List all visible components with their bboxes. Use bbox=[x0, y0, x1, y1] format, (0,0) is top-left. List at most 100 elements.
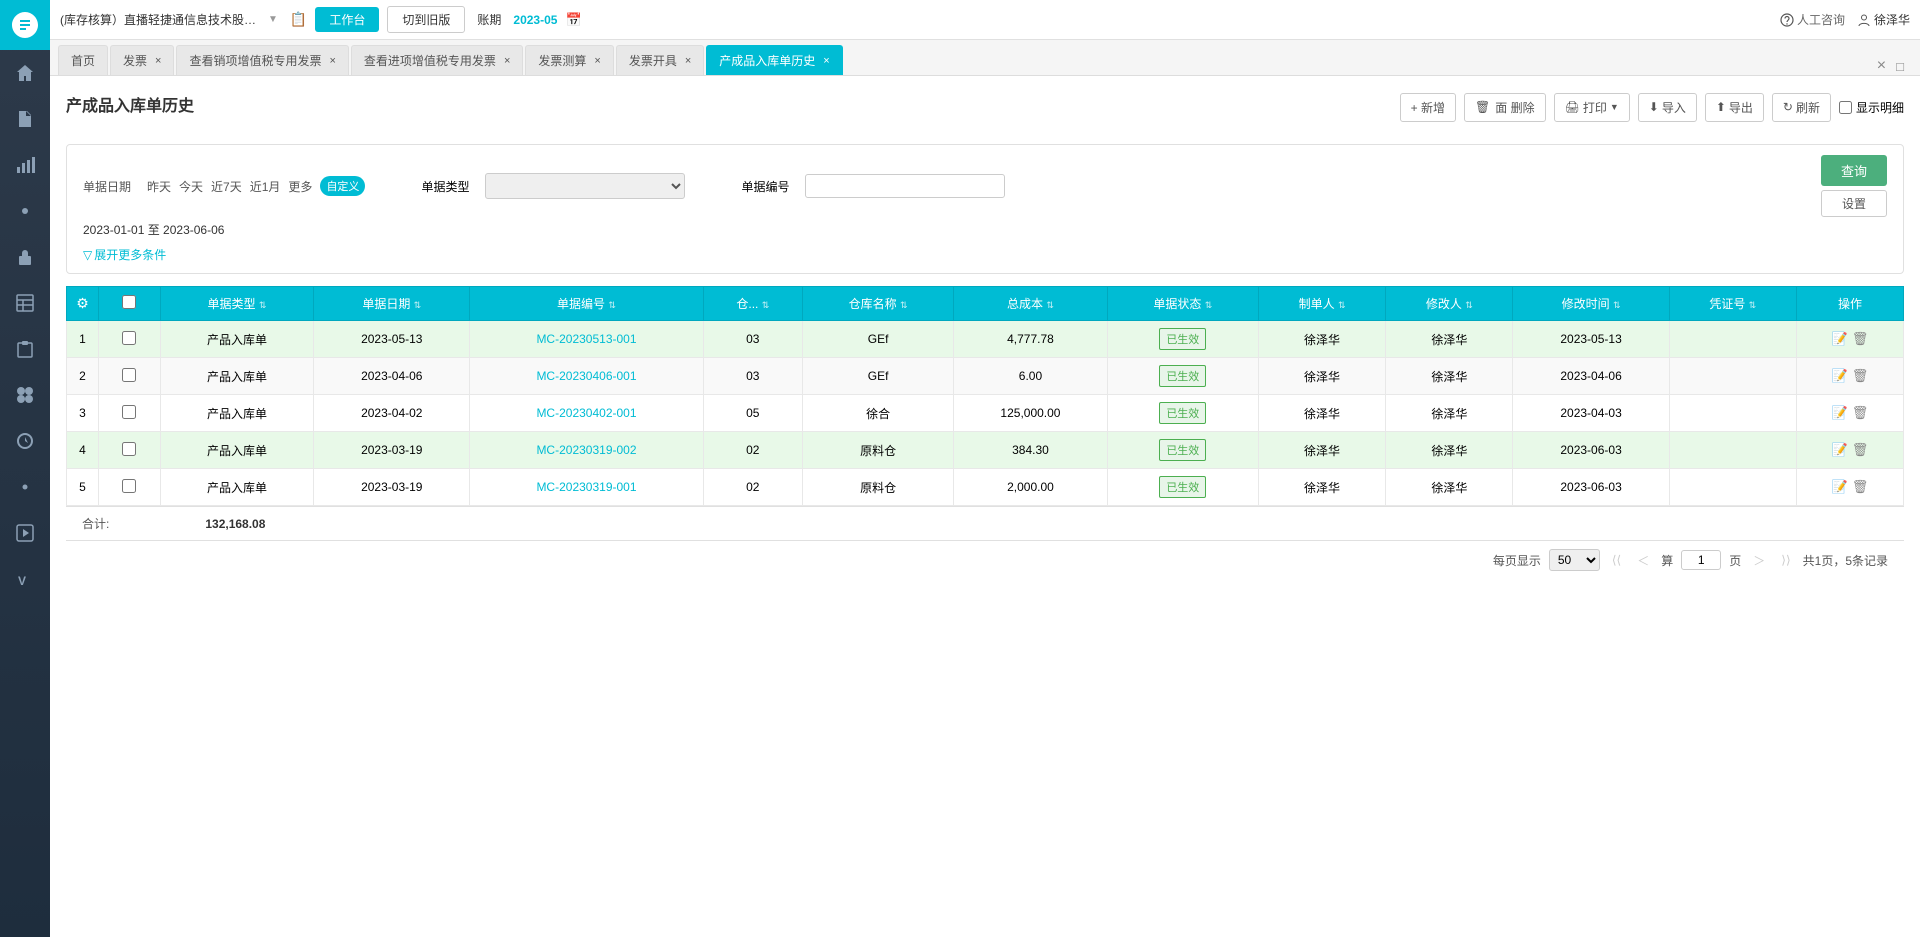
sidebar-item-chart[interactable] bbox=[0, 142, 50, 188]
tab-product-inbound[interactable]: 产成品入库单历史 × bbox=[706, 45, 842, 75]
row-select-2[interactable] bbox=[122, 368, 136, 382]
expand-company-icon[interactable]: ▼ bbox=[268, 14, 278, 25]
col-modify-time-header[interactable]: 修改时间 ⇅ bbox=[1513, 287, 1669, 321]
page-size-select[interactable]: 20 50 100 bbox=[1549, 549, 1600, 571]
row-edit-icon-1[interactable]: 📝 bbox=[1832, 331, 1848, 347]
sidebar-item-widget2[interactable] bbox=[0, 418, 50, 464]
expand-filter-btn[interactable]: ▽ 展开更多条件 bbox=[83, 246, 1887, 263]
sidebar-item-doc[interactable] bbox=[0, 96, 50, 142]
tab-invoice-calc-close[interactable]: × bbox=[594, 55, 600, 67]
row-number-link-4[interactable]: MC-20230319-002 bbox=[536, 443, 636, 457]
sidebar-item-settings1[interactable] bbox=[0, 188, 50, 234]
date-1month[interactable]: 近1月 bbox=[250, 178, 281, 195]
workbench-button[interactable]: 工作台 bbox=[315, 7, 379, 32]
type-filter-select[interactable] bbox=[485, 173, 685, 199]
date-7days[interactable]: 近7天 bbox=[211, 178, 242, 195]
new-btn[interactable]: + 新增 bbox=[1400, 93, 1456, 122]
user-service-btn[interactable]: 人工咨询 bbox=[1780, 11, 1845, 28]
tab-sale-vat-close[interactable]: × bbox=[329, 55, 335, 67]
row-edit-icon-2[interactable]: 📝 bbox=[1832, 368, 1848, 384]
col-modifier-header[interactable]: 修改人 ⇅ bbox=[1386, 287, 1513, 321]
delete-btn[interactable]: 🗑 面 删除 bbox=[1464, 93, 1546, 122]
sidebar-item-widget1[interactable] bbox=[0, 372, 50, 418]
row-select-4[interactable] bbox=[122, 442, 136, 456]
row-number-link-5[interactable]: MC-20230319-001 bbox=[536, 480, 636, 494]
sidebar-item-play[interactable] bbox=[0, 510, 50, 556]
col-creator-header[interactable]: 制单人 ⇅ bbox=[1258, 287, 1385, 321]
row-delete-icon-4[interactable]: 🗑 bbox=[1852, 442, 1869, 458]
prev-page-btn[interactable]: ＜ bbox=[1633, 550, 1653, 571]
last-page-btn[interactable]: ⟩⟩ bbox=[1777, 551, 1794, 569]
row-edit-icon-4[interactable]: 📝 bbox=[1832, 442, 1848, 458]
date-more[interactable]: 更多 bbox=[288, 178, 312, 195]
row-delete-icon-5[interactable]: 🗑 bbox=[1852, 479, 1869, 495]
row-checkbox-4[interactable] bbox=[99, 432, 161, 469]
col-wh-name-header[interactable]: 仓库名称 ⇅ bbox=[803, 287, 954, 321]
row-delete-icon-1[interactable]: 🗑 bbox=[1852, 331, 1869, 347]
user-avatar[interactable]: 徐泽华 bbox=[1857, 11, 1910, 28]
tab-purchase-vat[interactable]: 查看进项增值税专用发票 × bbox=[351, 45, 523, 75]
tab-invoice[interactable]: 发票 × bbox=[110, 45, 174, 75]
switch-version-button[interactable]: 切到旧版 bbox=[387, 6, 465, 33]
sidebar-item-gear[interactable] bbox=[0, 464, 50, 510]
col-wh-code-header[interactable]: 仓... ⇅ bbox=[703, 287, 802, 321]
row-number-link-3[interactable]: MC-20230402-001 bbox=[536, 406, 636, 420]
tab-product-inbound-close[interactable]: × bbox=[823, 55, 829, 67]
row-number-link-2[interactable]: MC-20230406-001 bbox=[536, 369, 636, 383]
row-checkbox-2[interactable] bbox=[99, 358, 161, 395]
query-button[interactable]: 查询 bbox=[1821, 155, 1887, 186]
date-today[interactable]: 今天 bbox=[179, 178, 203, 195]
tab-invoice-open-close[interactable]: × bbox=[685, 55, 691, 67]
col-date-header[interactable]: 单据日期 ⇅ bbox=[314, 287, 470, 321]
period-calendar-icon[interactable]: 📅 bbox=[565, 12, 581, 28]
sidebar-item-table[interactable] bbox=[0, 280, 50, 326]
row-edit-icon-3[interactable]: 📝 bbox=[1832, 405, 1848, 421]
col-number-header[interactable]: 单据编号 ⇅ bbox=[470, 287, 703, 321]
tab-invoice-close[interactable]: × bbox=[155, 55, 161, 67]
row-edit-icon-5[interactable]: 📝 bbox=[1832, 479, 1848, 495]
copy-icon[interactable]: 📋 bbox=[290, 11, 307, 28]
row-checkbox-5[interactable] bbox=[99, 469, 161, 506]
col-checkbox-header[interactable] bbox=[99, 287, 161, 321]
sidebar-item-clipboard[interactable] bbox=[0, 326, 50, 372]
export-btn[interactable]: ⬆ 导出 bbox=[1705, 93, 1764, 122]
row-number-link-1[interactable]: MC-20230513-001 bbox=[536, 332, 636, 346]
settings-button[interactable]: 设置 bbox=[1821, 190, 1887, 217]
date-custom[interactable]: 自定义 bbox=[320, 176, 365, 196]
row-delete-icon-2[interactable]: 🗑 bbox=[1852, 368, 1869, 384]
tab-purchase-vat-close[interactable]: × bbox=[504, 55, 510, 67]
sidebar-item-v[interactable]: V bbox=[0, 556, 50, 602]
refresh-btn[interactable]: ↻ 刷新 bbox=[1772, 93, 1831, 122]
tab-invoice-open[interactable]: 发票开具 × bbox=[616, 45, 704, 75]
col-cost-header[interactable]: 总成本 ⇅ bbox=[954, 287, 1108, 321]
col-settings[interactable]: ⚙ bbox=[67, 287, 99, 321]
show-detail-checkbox[interactable] bbox=[1839, 101, 1852, 114]
next-page-btn[interactable]: ＞ bbox=[1749, 550, 1769, 571]
row-select-1[interactable] bbox=[122, 331, 136, 345]
sidebar-item-home[interactable] bbox=[0, 50, 50, 96]
print-dropdown-icon[interactable]: ▼ bbox=[1610, 102, 1619, 112]
print-btn[interactable]: 🖨 打印 ▼ bbox=[1554, 93, 1630, 122]
row-select-5[interactable] bbox=[122, 479, 136, 493]
page-number-input[interactable] bbox=[1681, 550, 1721, 570]
tab-home[interactable]: 首页 bbox=[58, 45, 108, 75]
import-btn[interactable]: ⬇ 导入 bbox=[1638, 93, 1697, 122]
row-checkbox-1[interactable] bbox=[99, 321, 161, 358]
row-checkbox-3[interactable] bbox=[99, 395, 161, 432]
col-voucher-header[interactable]: 凭证号 ⇅ bbox=[1669, 287, 1796, 321]
maximize-btn[interactable]: □ bbox=[1896, 59, 1904, 74]
tab-invoice-calc[interactable]: 发票测算 × bbox=[525, 45, 613, 75]
row-select-3[interactable] bbox=[122, 405, 136, 419]
number-filter-input[interactable] bbox=[805, 174, 1005, 198]
close-all-tabs-btn[interactable]: × bbox=[1877, 57, 1886, 75]
col-type-header[interactable]: 单据类型 ⇅ bbox=[160, 287, 313, 321]
sidebar-item-lock[interactable] bbox=[0, 234, 50, 280]
col-settings-icon[interactable]: ⚙ bbox=[76, 295, 89, 311]
row-delete-icon-3[interactable]: 🗑 bbox=[1852, 405, 1869, 421]
select-all-checkbox[interactable] bbox=[122, 295, 136, 309]
first-page-btn[interactable]: ⟨⟨ bbox=[1608, 551, 1625, 569]
col-status-header[interactable]: 单据状态 ⇅ bbox=[1107, 287, 1258, 321]
tab-sale-vat[interactable]: 查看销项增值税专用发票 × bbox=[176, 45, 348, 75]
date-yesterday[interactable]: 昨天 bbox=[147, 178, 171, 195]
row-wh-name-2: GEf bbox=[803, 358, 954, 395]
